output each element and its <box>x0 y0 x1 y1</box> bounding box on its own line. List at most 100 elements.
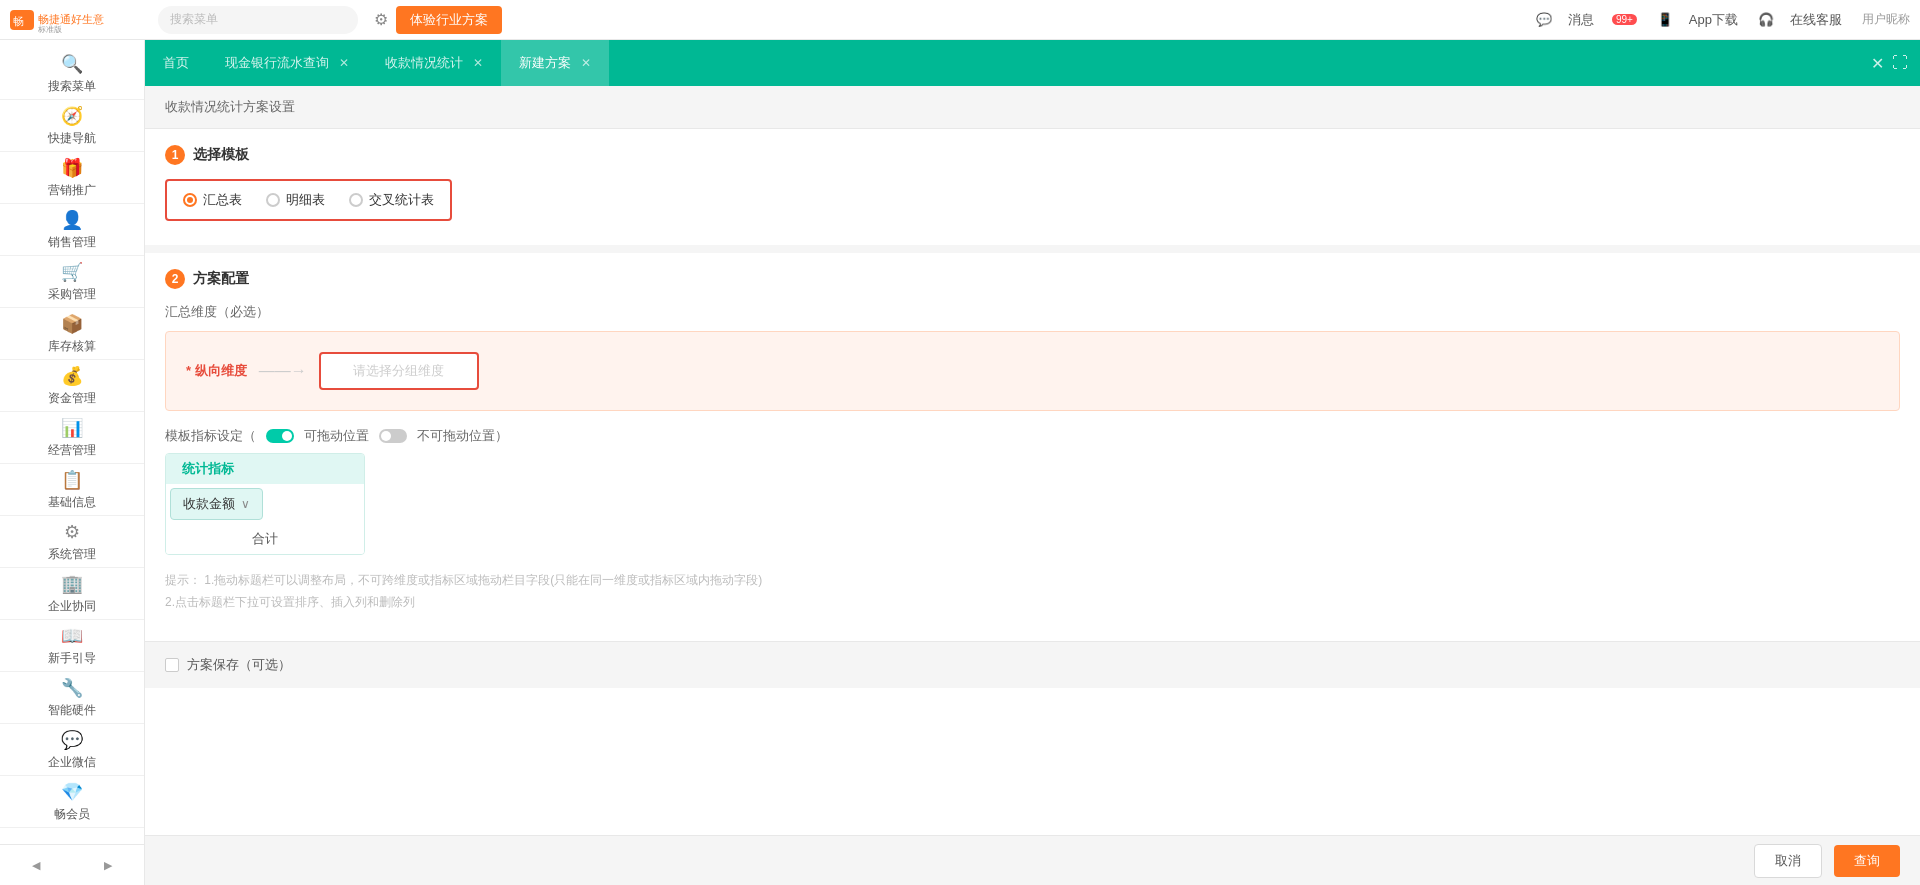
radio-detail[interactable]: 明细表 <box>266 191 325 209</box>
sidebar-item-sales[interactable]: 👤 销售管理 <box>0 204 144 256</box>
notification-label: 消息 <box>1568 11 1594 29</box>
box-icon: 📦 <box>61 313 83 335</box>
tab-new-plan-close[interactable]: ✕ <box>581 56 591 70</box>
tips-section: 提示： 1.拖动标题栏可以调整布局，不可跨维度或指标区域拖动栏目字段(只能在同一… <box>165 558 1900 625</box>
notification-area[interactable]: 💬 消息 99+ <box>1536 11 1637 29</box>
sidebar-item-label: 新手引导 <box>48 650 96 667</box>
tab-cashflow[interactable]: 现金银行流水查询 ✕ <box>207 40 367 86</box>
sidebar-item-label: 系统管理 <box>48 546 96 563</box>
tab-cashflow-close[interactable]: ✕ <box>339 56 349 70</box>
brand-logo: 畅 畅捷通好生意 标准版 <box>10 5 150 35</box>
sidebar-item-finance[interactable]: 💰 资金管理 <box>0 360 144 412</box>
svg-text:畅: 畅 <box>13 15 24 27</box>
dimension-area: * 纵向维度 ——→ 请选择分组维度 <box>165 331 1900 411</box>
step1-section: 1 选择模板 汇总表 明细表 <box>145 129 1920 237</box>
notification-badge: 99+ <box>1612 14 1637 25</box>
hardware-icon: 🔧 <box>61 677 83 699</box>
online-service-area[interactable]: 🎧 在线客服 <box>1758 11 1842 29</box>
step2-section: 2 方案配置 汇总维度（必选） * 纵向维度 ——→ 请选择分组维度 <box>145 253 1920 641</box>
service-icon: 🎧 <box>1758 12 1774 27</box>
sidebar-item-member[interactable]: 💎 畅会员 <box>0 776 144 828</box>
vertical-dimension-label: * 纵向维度 <box>186 362 247 380</box>
compass-icon: 🧭 <box>61 105 83 127</box>
svg-text:标准版: 标准版 <box>37 25 62 34</box>
sidebar-item-hardware[interactable]: 🔧 智能硬件 <box>0 672 144 724</box>
sidebar-item-marketing[interactable]: 🎁 营销推广 <box>0 152 144 204</box>
tab-home[interactable]: 首页 <box>145 40 207 86</box>
radio-summary[interactable]: 汇总表 <box>183 191 242 209</box>
radio-dot-detail <box>266 193 280 207</box>
sidebar-item-label: 经营管理 <box>48 442 96 459</box>
radio-summary-label: 汇总表 <box>203 191 242 209</box>
dimension-select[interactable]: 请选择分组维度 <box>319 352 479 390</box>
tab-collection-close[interactable]: ✕ <box>473 56 483 70</box>
radio-crosstab-label: 交叉统计表 <box>369 191 434 209</box>
drag-dot <box>282 431 292 441</box>
sidebar-item-label: 销售管理 <box>48 234 96 251</box>
tab-collection[interactable]: 收款情况统计 ✕ <box>367 40 501 86</box>
sidebar-item-enterprise[interactable]: 🏢 企业协同 <box>0 568 144 620</box>
top-bar-right: 💬 消息 99+ 📱 App下载 🎧 在线客服 用户昵称 <box>1536 11 1910 29</box>
chart-icon: 📊 <box>61 417 83 439</box>
sidebar-item-label: 资金管理 <box>48 390 96 407</box>
tab-fullscreen-button[interactable]: ⛶ <box>1892 54 1908 72</box>
stats-table: 统计指标 收款金额 ∨ 合计 <box>165 453 365 555</box>
page-content: 收款情况统计方案设置 1 选择模板 汇总表 <box>145 86 1920 835</box>
tab-bar: 首页 现金银行流水查询 ✕ 收款情况统计 ✕ 新建方案 ✕ ✕ ⛶ <box>145 40 1920 86</box>
tab-home-label: 首页 <box>163 54 189 72</box>
sidebar-item-inventory[interactable]: 📦 库存核算 <box>0 308 144 360</box>
gear-button[interactable]: ⚙ <box>374 10 388 29</box>
arrow-line: ——→ <box>259 362 307 380</box>
message-icon: 💬 <box>1536 12 1552 27</box>
sidebar-item-guide[interactable]: 📖 新手引导 <box>0 620 144 672</box>
svg-text:畅捷通好生意: 畅捷通好生意 <box>38 13 104 25</box>
cancel-button[interactable]: 取消 <box>1754 844 1822 878</box>
no-drag-dot <box>381 431 391 441</box>
sidebar-item-system[interactable]: ⚙ 系统管理 <box>0 516 144 568</box>
step1-badge: 1 <box>165 145 185 165</box>
tab-collection-label: 收款情况统计 <box>385 54 463 72</box>
sidebar-item-search[interactable]: 🔍 搜索菜单 <box>0 48 144 100</box>
section-divider <box>145 245 1920 253</box>
trial-button[interactable]: 体验行业方案 <box>396 6 502 34</box>
indicators-label-text: 模板指标设定（ <box>165 427 256 445</box>
sidebar-item-label: 企业微信 <box>48 754 96 771</box>
step2-title: 2 方案配置 <box>165 269 1900 289</box>
indicators-header: 模板指标设定（ 可拖动位置 不可拖动位置） <box>165 427 1900 445</box>
person-icon: 👤 <box>61 209 83 231</box>
sidebar-item-nav[interactable]: 🧭 快捷导航 <box>0 100 144 152</box>
sidebar-bottom-left[interactable]: ◀ <box>0 845 72 885</box>
tab-cashflow-label: 现金银行流水查询 <box>225 54 329 72</box>
sidebar-item-wechat[interactable]: 💬 企业微信 <box>0 724 144 776</box>
radio-crosstab[interactable]: 交叉统计表 <box>349 191 434 209</box>
wechat-icon: 💬 <box>61 729 83 751</box>
gift-icon: 🎁 <box>61 157 83 179</box>
non-draggable-label: 不可拖动位置） <box>417 427 508 445</box>
save-checkbox[interactable] <box>165 658 179 672</box>
tip-line2: 2.点击标题栏下拉可设置排序、插入列和删除列 <box>165 592 1900 614</box>
tab-bar-actions: ✕ ⛶ <box>1871 54 1920 73</box>
app-download-area[interactable]: 📱 App下载 <box>1657 11 1738 29</box>
sidebar-item-label: 库存核算 <box>48 338 96 355</box>
sidebar-item-label: 采购管理 <box>48 286 96 303</box>
page-inner: 收款情况统计方案设置 1 选择模板 汇总表 <box>145 86 1920 835</box>
sidebar-item-basic[interactable]: 📋 基础信息 <box>0 464 144 516</box>
sidebar-item-purchase[interactable]: 🛒 采购管理 <box>0 256 144 308</box>
tab-close-all-button[interactable]: ✕ <box>1871 54 1884 73</box>
top-bar: 畅 畅捷通好生意 标准版 搜索菜单 ⚙ 体验行业方案 💬 消息 99+ 📱 Ap… <box>0 0 1920 40</box>
step1-label: 选择模板 <box>193 146 249 164</box>
sidebar-bottom: ◀ ▶ <box>0 844 144 885</box>
collection-amount-label: 收款金额 <box>183 495 235 513</box>
user-name: 用户昵称 <box>1862 11 1910 28</box>
sidebar-bottom-right[interactable]: ▶ <box>72 845 144 885</box>
arrow-left-icon: ◀ <box>32 859 40 872</box>
query-button[interactable]: 查询 <box>1834 845 1900 877</box>
page-title: 收款情况统计方案设置 <box>165 99 295 114</box>
office-icon: 🏢 <box>61 573 83 595</box>
dimension-placeholder: 请选择分组维度 <box>353 362 444 380</box>
sidebar-item-management[interactable]: 📊 经营管理 <box>0 412 144 464</box>
tab-new-plan[interactable]: 新建方案 ✕ <box>501 40 609 86</box>
collection-amount-cell[interactable]: 收款金额 ∨ <box>170 488 263 520</box>
footer-bar: 取消 查询 <box>145 835 1920 885</box>
summary-dimension-label: 汇总维度（必选） <box>165 303 1900 321</box>
